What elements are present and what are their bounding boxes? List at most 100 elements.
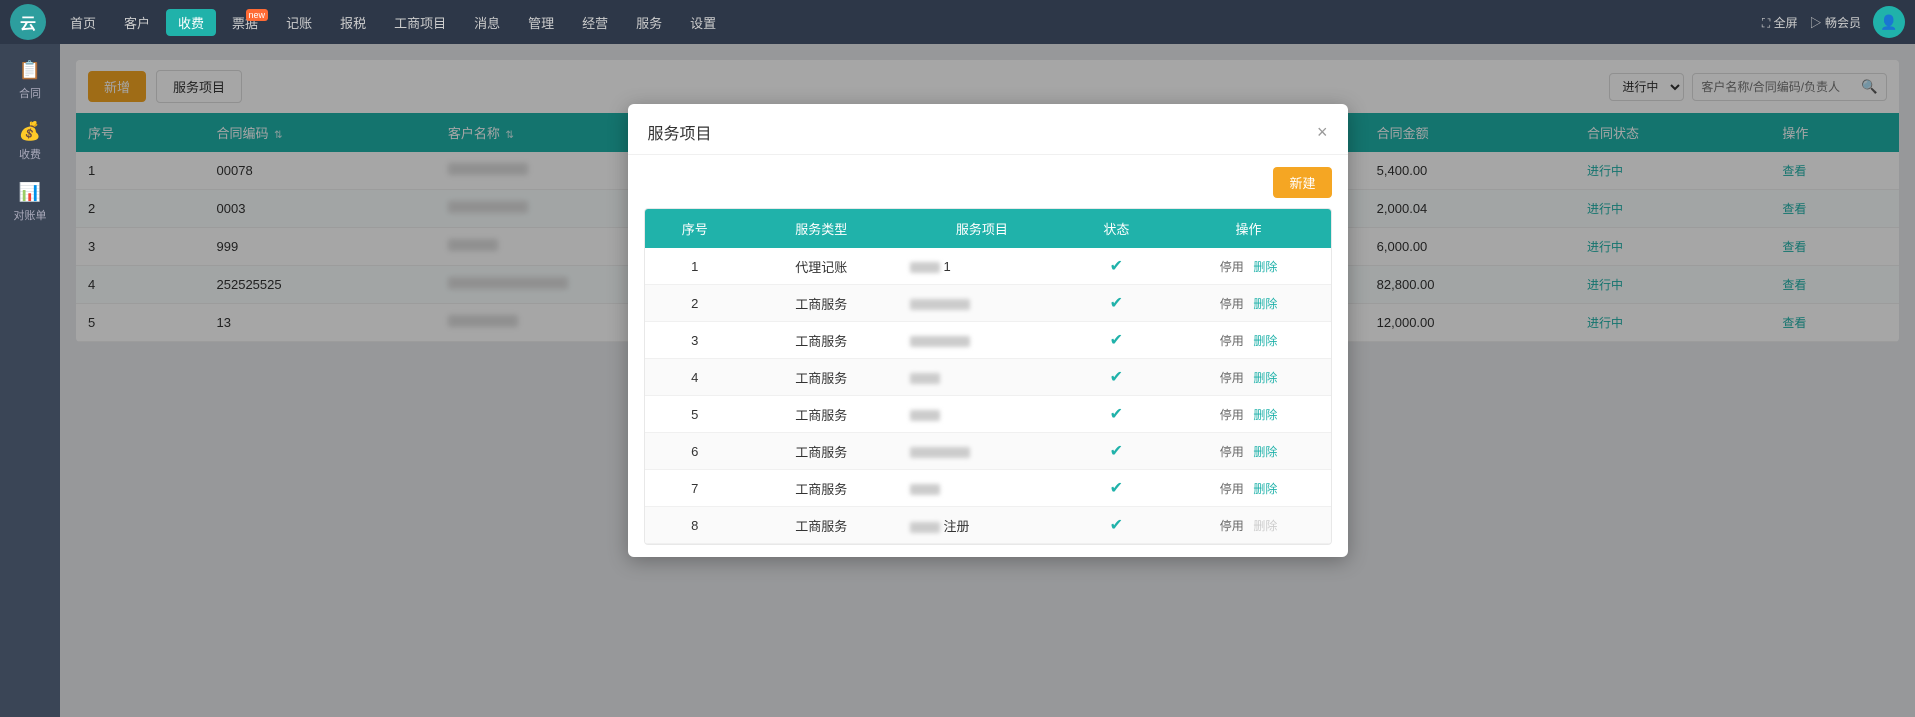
- content-area: 新增 服务项目 进行中 已完成 已终止 🔍: [60, 44, 1915, 717]
- nav-billing[interactable]: 收费: [166, 9, 216, 36]
- delete-button[interactable]: 删除: [1253, 517, 1277, 534]
- stop-button[interactable]: 停用: [1220, 369, 1244, 386]
- modal-close-button[interactable]: ×: [1317, 123, 1328, 141]
- delete-button[interactable]: 删除: [1253, 443, 1277, 460]
- modal-cell-status: ✔: [1066, 507, 1166, 544]
- delete-button[interactable]: 删除: [1253, 369, 1277, 386]
- stop-button[interactable]: 停用: [1220, 517, 1244, 534]
- modal-cell-seq: 6: [645, 433, 745, 470]
- modal-cell-type: 工商服务: [745, 396, 898, 433]
- service-items-table: 序号 服务类型 服务项目 状态 操作 1: [645, 209, 1331, 544]
- modal-cell-ops: 停用 删除: [1167, 285, 1331, 322]
- top-nav: 云 首页 客户 收费 票据 new 记账 报税 工商项目 消息 管理 经营 服务…: [0, 0, 1915, 44]
- modal-cell-ops: 停用 删除: [1167, 507, 1331, 544]
- stop-button[interactable]: 停用: [1220, 480, 1244, 497]
- service-items-modal: 服务项目 × 新建 序号 服务类型 服务项目: [628, 104, 1348, 557]
- sidebar: 📋 合同 💰 收费 📊 对账单: [0, 44, 60, 717]
- main-layout: 📋 合同 💰 收费 📊 对账单 新增 服务项目 进行中 已完成 已终止: [0, 44, 1915, 717]
- modal-header: 服务项目 ×: [628, 104, 1348, 155]
- delete-button[interactable]: 删除: [1253, 295, 1277, 312]
- modal-overlay: 服务项目 × 新建 序号 服务类型 服务项目: [60, 44, 1915, 717]
- modal-col-item: 服务项目: [898, 209, 1067, 248]
- modal-cell-type: 代理记账: [745, 248, 898, 285]
- modal-cell-item: [898, 396, 1067, 433]
- modal-cell-ops: 停用 删除: [1167, 359, 1331, 396]
- nav-settings[interactable]: 设置: [678, 9, 728, 36]
- sidebar-item-contract-label: 合同: [19, 85, 41, 101]
- billing-icon: 💰: [19, 121, 41, 142]
- modal-cell-ops: 停用 删除: [1167, 322, 1331, 359]
- modal-col-ops: 操作: [1167, 209, 1331, 248]
- modal-new-button[interactable]: 新建: [1273, 167, 1331, 198]
- modal-cell-type: 工商服务: [745, 322, 898, 359]
- stop-button[interactable]: 停用: [1220, 406, 1244, 423]
- modal-cell-item: [898, 470, 1067, 507]
- vip-btn[interactable]: ▷ 畅会员: [1810, 14, 1861, 31]
- sidebar-item-contract[interactable]: 📋 合同: [4, 52, 56, 109]
- nav-customer[interactable]: 客户: [112, 9, 162, 36]
- stop-button[interactable]: 停用: [1220, 332, 1244, 349]
- stop-button[interactable]: 停用: [1220, 295, 1244, 312]
- modal-cell-item: 1: [898, 248, 1067, 285]
- modal-cell-status: ✔: [1066, 285, 1166, 322]
- nav-operation[interactable]: 经营: [570, 9, 620, 36]
- delete-button[interactable]: 删除: [1253, 258, 1277, 275]
- modal-cell-status: ✔: [1066, 359, 1166, 396]
- statement-icon: 📊: [19, 182, 41, 203]
- modal-cell-status: ✔: [1066, 470, 1166, 507]
- modal-table-row: 5 工商服务 ✔ 停用 删除: [645, 396, 1331, 433]
- modal-cell-seq: 3: [645, 322, 745, 359]
- modal-cell-item: 注册: [898, 507, 1067, 544]
- modal-cell-status: ✔: [1066, 396, 1166, 433]
- modal-cell-item: [898, 322, 1067, 359]
- stop-button[interactable]: 停用: [1220, 258, 1244, 275]
- modal-cell-seq: 5: [645, 396, 745, 433]
- nav-message[interactable]: 消息: [462, 9, 512, 36]
- modal-cell-seq: 8: [645, 507, 745, 544]
- nav-service[interactable]: 服务: [624, 9, 674, 36]
- modal-cell-seq: 1: [645, 248, 745, 285]
- modal-body: 新建 序号 服务类型 服务项目 状态 操作: [628, 155, 1348, 557]
- modal-table-row: 8 工商服务 注册 ✔ 停用 删除: [645, 507, 1331, 544]
- modal-cell-status: ✔: [1066, 433, 1166, 470]
- modal-cell-status: ✔: [1066, 248, 1166, 285]
- sidebar-item-statement[interactable]: 📊 对账单: [4, 174, 56, 231]
- modal-cell-type: 工商服务: [745, 470, 898, 507]
- nav-manage[interactable]: 管理: [516, 9, 566, 36]
- avatar[interactable]: 👤: [1873, 6, 1905, 38]
- nav-tax[interactable]: 报税: [328, 9, 378, 36]
- nav-home[interactable]: 首页: [58, 9, 108, 36]
- modal-toolbar: 新建: [644, 167, 1332, 198]
- new-badge: new: [246, 9, 269, 22]
- modal-col-seq: 序号: [645, 209, 745, 248]
- modal-cell-item: [898, 433, 1067, 470]
- modal-cell-type: 工商服务: [745, 507, 898, 544]
- modal-cell-seq: 2: [645, 285, 745, 322]
- contract-icon: 📋: [19, 60, 41, 81]
- stop-button[interactable]: 停用: [1220, 443, 1244, 460]
- modal-table-row: 7 工商服务 ✔ 停用 删除: [645, 470, 1331, 507]
- fullscreen-btn[interactable]: ⛶ 全屏: [1762, 14, 1798, 31]
- sidebar-item-billing[interactable]: 💰 收费: [4, 113, 56, 170]
- delete-button[interactable]: 删除: [1253, 480, 1277, 497]
- nav-commerce[interactable]: 工商项目: [382, 9, 458, 36]
- modal-cell-seq: 7: [645, 470, 745, 507]
- modal-col-type: 服务类型: [745, 209, 898, 248]
- app-logo: 云: [10, 4, 46, 40]
- modal-cell-type: 工商服务: [745, 359, 898, 396]
- modal-table-row: 4 工商服务 ✔ 停用 删除: [645, 359, 1331, 396]
- modal-cell-ops: 停用 删除: [1167, 470, 1331, 507]
- nav-right: ⛶ 全屏 ▷ 畅会员 👤: [1762, 6, 1905, 38]
- modal-table-row: 1 代理记账 1 ✔ 停用 删除: [645, 248, 1331, 285]
- modal-cell-item: [898, 285, 1067, 322]
- delete-button[interactable]: 删除: [1253, 332, 1277, 349]
- delete-button[interactable]: 删除: [1253, 406, 1277, 423]
- nav-invoice[interactable]: 票据 new: [220, 9, 270, 36]
- modal-cell-item: [898, 359, 1067, 396]
- nav-bookkeeping[interactable]: 记账: [274, 9, 324, 36]
- modal-cell-ops: 停用 删除: [1167, 248, 1331, 285]
- modal-title: 服务项目: [648, 120, 712, 144]
- modal-table-container[interactable]: 序号 服务类型 服务项目 状态 操作 1: [644, 208, 1332, 545]
- modal-col-status: 状态: [1066, 209, 1166, 248]
- modal-table-row: 2 工商服务 ✔ 停用 删除: [645, 285, 1331, 322]
